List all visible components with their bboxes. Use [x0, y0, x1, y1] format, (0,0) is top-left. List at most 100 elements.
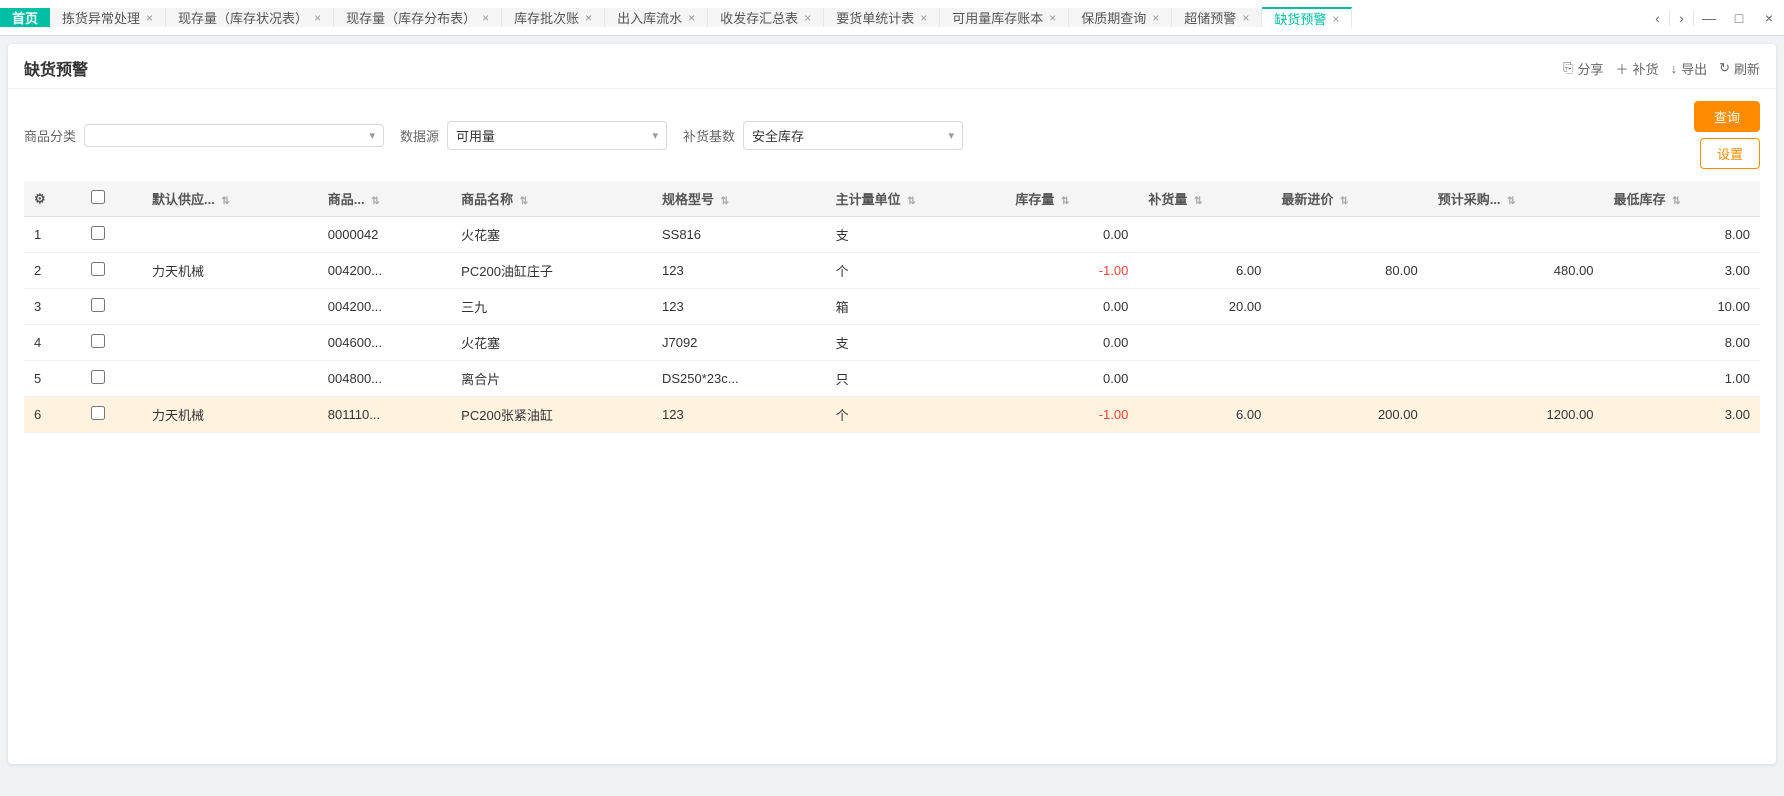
- col-min-stock[interactable]: 最低库存 ⇅: [1604, 181, 1760, 217]
- tab-close-inventory-dist[interactable]: ×: [482, 11, 489, 25]
- tab-item-inventory-dist[interactable]: 现存量（库存分布表） ×: [334, 8, 502, 27]
- row-latest-price: 80.00: [1271, 253, 1427, 289]
- row-estimated-purchase: [1428, 289, 1604, 325]
- tab-next-btn[interactable]: ›: [1670, 10, 1694, 26]
- col-estimated-purchase[interactable]: 预计采购... ⇅: [1428, 181, 1604, 217]
- tab-minimize-btn[interactable]: —: [1694, 10, 1724, 26]
- tab-item-expiry[interactable]: 保质期查询×: [1069, 8, 1172, 27]
- replenish-basis-filter-group: 补货基数 安全库存 ▾: [683, 121, 963, 150]
- tab-item-batch-account[interactable]: 库存批次账×: [502, 8, 605, 27]
- row-unit: 箱: [826, 289, 1006, 325]
- export-label: 导出: [1681, 59, 1707, 78]
- share-action[interactable]: ⎘ 分享: [1563, 59, 1603, 78]
- tab-item-available-ledger[interactable]: 可用量库存账本×: [940, 8, 1069, 27]
- tab-close-available-ledger[interactable]: ×: [1049, 11, 1056, 25]
- col-product-name[interactable]: 商品名称 ⇅: [451, 181, 652, 217]
- row-checkbox[interactable]: [81, 325, 142, 361]
- tab-label-shortage: 缺货预警: [1274, 9, 1326, 28]
- col-stock[interactable]: 库存量 ⇅: [1005, 181, 1138, 217]
- category-filter-group: 商品分类 ▾: [24, 124, 384, 147]
- tab-item-flow[interactable]: 出入库流水×: [605, 8, 708, 27]
- tab-close-shortage[interactable]: ×: [1332, 12, 1339, 26]
- row-replenish-qty: 6.00: [1138, 253, 1271, 289]
- tab-close-receive-summary[interactable]: ×: [804, 11, 811, 25]
- col-settings[interactable]: ⚙: [24, 181, 81, 217]
- datasource-value: 可用量: [456, 126, 495, 145]
- col-supplier[interactable]: 默认供应... ⇅: [142, 181, 318, 217]
- tab-maximize-btn[interactable]: □: [1724, 10, 1754, 26]
- tab-prev-btn[interactable]: ‹: [1646, 10, 1670, 26]
- tab-close-overstock[interactable]: ×: [1242, 11, 1249, 25]
- tab-close-order-stat[interactable]: ×: [920, 11, 927, 25]
- main-table: ⚙ 默认供应... ⇅ 商品... ⇅ 商品名称 ⇅ 规格型号 ⇅ 主计量单位 …: [24, 181, 1760, 433]
- tab-closeall-btn[interactable]: ×: [1754, 10, 1784, 26]
- query-button[interactable]: 查询: [1694, 101, 1760, 132]
- col-spec[interactable]: 规格型号 ⇅: [652, 181, 826, 217]
- datasource-filter-group: 数据源 可用量 ▾: [400, 121, 667, 150]
- filter-right: 查询 设置: [1694, 101, 1760, 169]
- row-supplier: 力天机械: [142, 397, 318, 433]
- sort-estimated-icon: ⇅: [1507, 196, 1515, 207]
- tab-item-receive-summary[interactable]: 收发存汇总表×: [708, 8, 824, 27]
- col-replenish-qty[interactable]: 补货量 ⇅: [1138, 181, 1271, 217]
- row-checkbox[interactable]: [81, 217, 142, 253]
- row-unit: 支: [826, 217, 1006, 253]
- tab-close-flow[interactable]: ×: [688, 11, 695, 25]
- tab-bar: 首页拣货异常处理×现存量（库存状况表）×现存量（库存分布表）×库存批次账×出入库…: [0, 0, 1784, 36]
- refresh-action[interactable]: ↻ 刷新: [1719, 59, 1760, 78]
- row-latest-price: [1271, 217, 1427, 253]
- tab-close-inventory-status[interactable]: ×: [314, 11, 321, 25]
- table-container: ⚙ 默认供应... ⇅ 商品... ⇅ 商品名称 ⇅ 规格型号 ⇅ 主计量单位 …: [8, 181, 1776, 449]
- tab-item-abnormal[interactable]: 拣货异常处理 ×: [50, 8, 166, 27]
- row-checkbox-input[interactable]: [91, 334, 105, 348]
- sort-replenish-icon: ⇅: [1194, 196, 1202, 207]
- category-select[interactable]: ▾: [84, 124, 384, 147]
- row-checkbox-input[interactable]: [91, 370, 105, 384]
- row-estimated-purchase: [1428, 325, 1604, 361]
- tab-label-overstock: 超储预警: [1184, 8, 1236, 27]
- sort-supplier-icon: ⇅: [221, 196, 229, 207]
- row-estimated-purchase: 480.00: [1428, 253, 1604, 289]
- col-product-code[interactable]: 商品... ⇅: [318, 181, 451, 217]
- sort-name-icon: ⇅: [520, 196, 528, 207]
- row-checkbox[interactable]: [81, 397, 142, 433]
- row-checkbox[interactable]: [81, 289, 142, 325]
- row-spec: 123: [652, 253, 826, 289]
- tab-item-order-stat[interactable]: 要货单统计表×: [824, 8, 940, 27]
- tab-close-batch-account[interactable]: ×: [585, 11, 592, 25]
- row-estimated-purchase: [1428, 217, 1604, 253]
- tab-close-abnormal[interactable]: ×: [146, 11, 153, 25]
- page-content: 缺货预警 ⎘ 分享 ＋ 补货 ↓ 导出 ↻ 刷新 商品分类: [8, 44, 1776, 764]
- col-checkbox[interactable]: [81, 181, 142, 217]
- replenish-basis-select[interactable]: 安全库存 ▾: [743, 121, 963, 150]
- tab-item-shortage[interactable]: 缺货预警 ×: [1262, 7, 1352, 28]
- row-checkbox-input[interactable]: [91, 262, 105, 276]
- row-index: 3: [24, 289, 81, 325]
- replenish-action[interactable]: ＋ 补货: [1616, 59, 1659, 78]
- export-action[interactable]: ↓ 导出: [1671, 59, 1708, 78]
- share-icon: ⎘: [1563, 60, 1573, 76]
- col-latest-price[interactable]: 最新进价 ⇅: [1271, 181, 1427, 217]
- col-unit[interactable]: 主计量单位 ⇅: [826, 181, 1006, 217]
- row-checkbox[interactable]: [81, 253, 142, 289]
- row-spec: J7092: [652, 325, 826, 361]
- row-checkbox-input[interactable]: [91, 298, 105, 312]
- tab-label-inventory-dist: 现存量（库存分布表）: [346, 8, 476, 27]
- tab-close-expiry[interactable]: ×: [1152, 11, 1159, 25]
- row-checkbox-input[interactable]: [91, 226, 105, 240]
- settings-button[interactable]: 设置: [1700, 138, 1760, 169]
- tab-label-abnormal: 拣货异常处理: [62, 8, 140, 27]
- row-checkbox-input[interactable]: [91, 406, 105, 420]
- datasource-select[interactable]: 可用量 ▾: [447, 121, 667, 150]
- row-checkbox[interactable]: [81, 361, 142, 397]
- tab-item-inventory-status[interactable]: 现存量（库存状况表）×: [166, 8, 334, 27]
- table-row: 10000042火花塞SS816支0.008.00: [24, 217, 1760, 253]
- tab-item-overstock[interactable]: 超储预警 ×: [1172, 8, 1262, 27]
- tab-item-home[interactable]: 首页: [0, 8, 50, 27]
- header-actions: ⎘ 分享 ＋ 补货 ↓ 导出 ↻ 刷新: [1563, 59, 1760, 78]
- select-all-checkbox[interactable]: [91, 190, 105, 204]
- row-product-code: 004200...: [318, 289, 451, 325]
- datasource-label: 数据源: [400, 126, 439, 145]
- table-row: 4004600...火花塞J7092支0.008.00: [24, 325, 1760, 361]
- tab-label-home: 首页: [12, 8, 38, 27]
